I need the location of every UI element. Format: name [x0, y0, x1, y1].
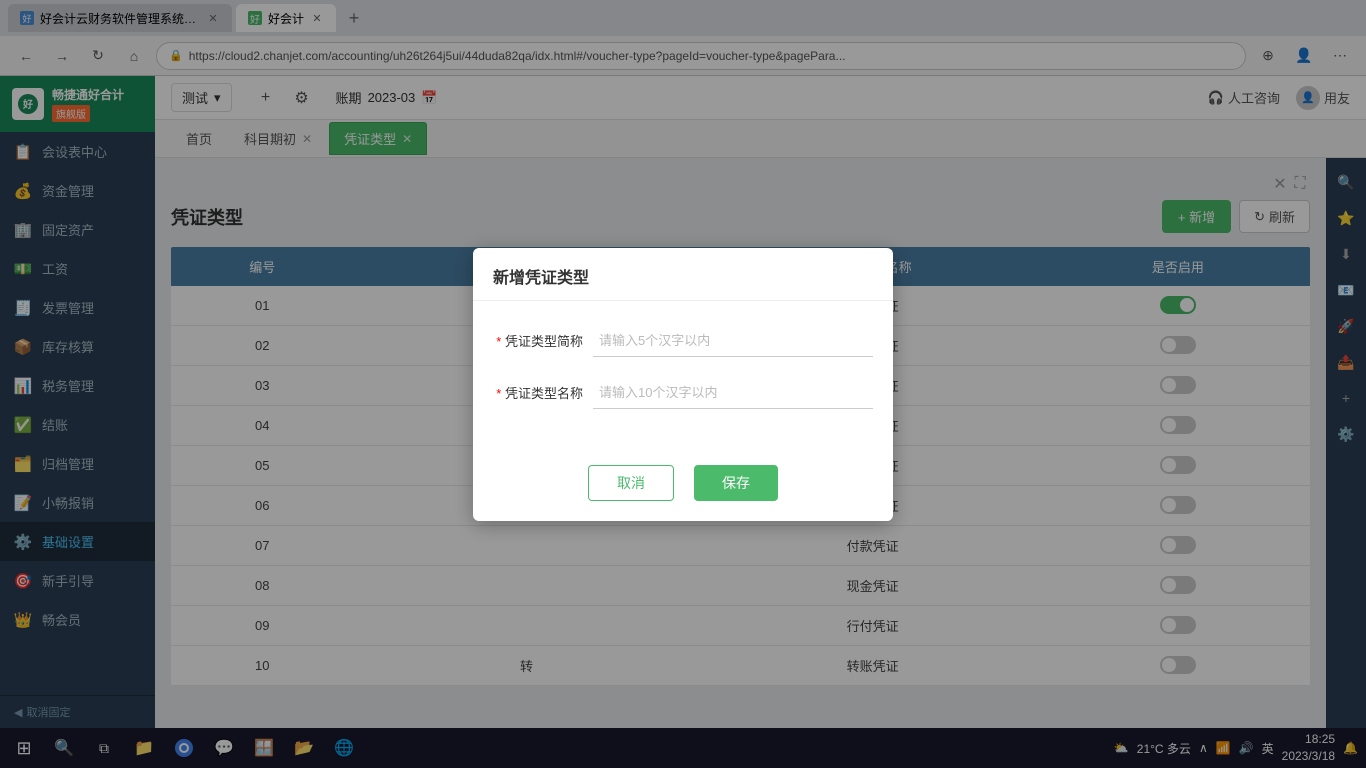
name-input[interactable]	[593, 377, 873, 409]
modal-footer: 取消 保存	[473, 453, 893, 521]
modal-title: 新增凭证类型	[473, 248, 893, 301]
form-row-abbr: * 凭证类型简称	[493, 325, 873, 357]
abbr-input[interactable]	[593, 325, 873, 357]
save-button[interactable]: 保存	[694, 465, 778, 501]
name-label: * 凭证类型名称	[493, 383, 593, 402]
abbr-label: * 凭证类型简称	[493, 331, 593, 350]
cancel-button[interactable]: 取消	[588, 465, 674, 501]
form-row-name: * 凭证类型名称	[493, 377, 873, 409]
modal-body: * 凭证类型简称 * 凭证类型名称	[473, 301, 893, 453]
add-voucher-type-modal: 新增凭证类型 * 凭证类型简称 * 凭证类型名称 取消 保存	[473, 248, 893, 521]
modal-overlay: 新增凭证类型 * 凭证类型简称 * 凭证类型名称 取消 保存	[0, 0, 1366, 768]
